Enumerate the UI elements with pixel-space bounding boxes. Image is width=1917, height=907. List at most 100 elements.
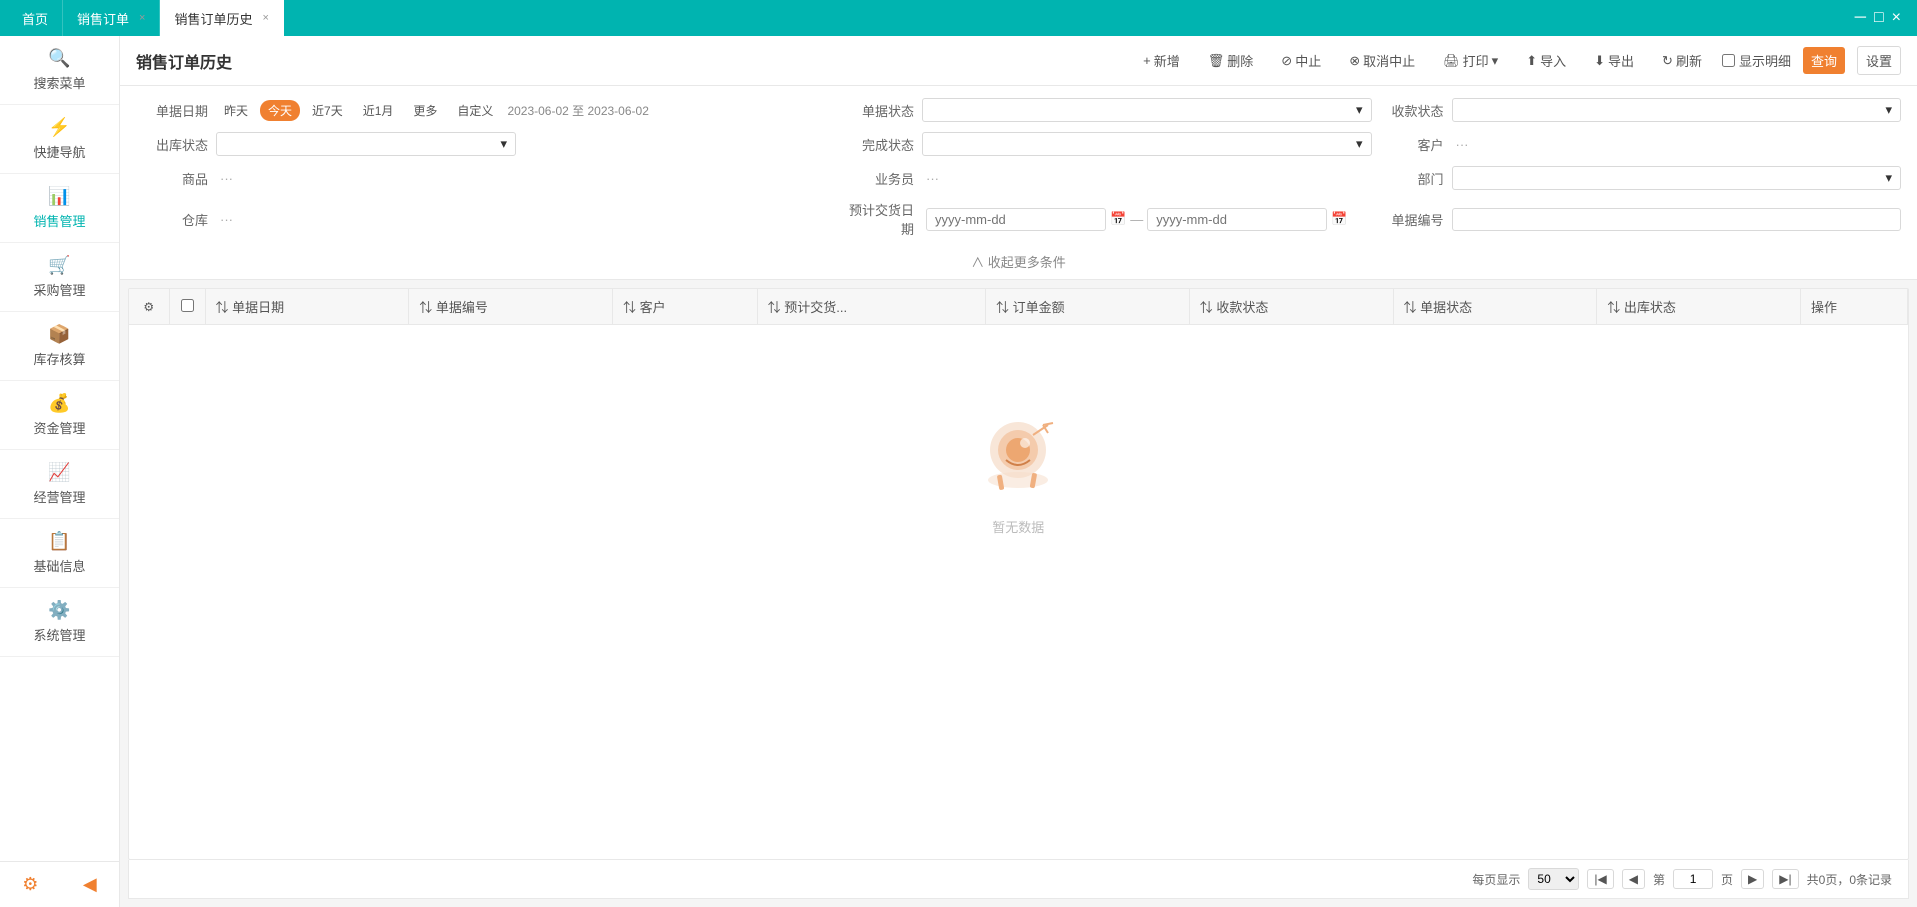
stop-button[interactable]: ⊘ 中止 xyxy=(1273,47,1329,74)
sidebar-item-basic-info-label: 基础信息 xyxy=(33,556,85,575)
sidebar-settings-button[interactable]: ⚙ xyxy=(18,870,42,899)
sidebar-item-system-mgmt-label: 系统管理 xyxy=(33,625,85,644)
order-number-input[interactable] xyxy=(1452,208,1902,231)
tab-sales-order-history[interactable]: 销售订单历史 × xyxy=(160,0,283,36)
tab-sales-order[interactable]: 销售订单 × xyxy=(63,0,160,36)
sidebar-item-sales-mgmt[interactable]: 📊 销售管理 xyxy=(0,174,119,243)
settings-button[interactable]: 设置 xyxy=(1857,46,1901,75)
page-number-input[interactable] xyxy=(1673,869,1713,889)
new-icon: + xyxy=(1143,53,1151,68)
th-order-status[interactable]: ⇅ 单据状态 xyxy=(1393,289,1597,325)
outbound-status-select[interactable]: ▾ xyxy=(216,132,516,156)
close-button[interactable]: × xyxy=(1892,9,1901,27)
delivery-date-start[interactable] xyxy=(926,208,1106,231)
filter-col-date: 单据日期 昨天 今天 近7天 近1月 更多 自定义 2023-06-02 至 2… xyxy=(136,100,842,121)
date-btn-last1month[interactable]: 近1月 xyxy=(355,100,402,121)
th-number[interactable]: ⇅ 单据编号 xyxy=(409,289,613,325)
last-page-button[interactable]: ▶| xyxy=(1772,869,1798,889)
prev-page-button[interactable]: ◀ xyxy=(1622,869,1645,889)
table-header-row: ⚙ ⇅ 单据日期 ⇅ 单据编号 ⇅ 客户 ⇅ 预计交货... xyxy=(129,289,1908,325)
per-page-label: 每页显示 xyxy=(1472,871,1520,888)
tab-home[interactable]: 首页 xyxy=(8,0,63,36)
filter-col-product: 商品 ··· xyxy=(136,169,842,188)
th-amount-label: ⇅ 订单金额 xyxy=(996,300,1065,315)
next-page-button[interactable]: ▶ xyxy=(1741,869,1764,889)
department-select[interactable]: ▾ xyxy=(1452,166,1902,190)
page-title: 销售订单历史 xyxy=(136,49,1123,73)
show-detail-input[interactable] xyxy=(1722,54,1735,67)
sidebar-item-finance-mgmt[interactable]: 💰 资金管理 xyxy=(0,381,119,450)
customer-select[interactable]: ··· xyxy=(1452,137,1473,152)
date-range-text: 2023-06-02 至 2023-06-02 xyxy=(507,102,648,119)
sidebar-collapse-button[interactable]: ◀ xyxy=(79,870,101,899)
tab-sales-order-history-close[interactable]: × xyxy=(262,12,268,24)
date-btn-custom[interactable]: 自定义 xyxy=(449,100,501,121)
th-checkbox[interactable] xyxy=(169,289,205,325)
select-all-checkbox[interactable] xyxy=(181,299,194,312)
sidebar-item-search-menu[interactable]: 🔍 搜索菜单 xyxy=(0,36,119,105)
date-btn-yesterday[interactable]: 昨天 xyxy=(216,100,256,121)
top-bar: 首页 销售订单 × 销售订单历史 × ─ □ × xyxy=(0,0,1917,36)
show-detail-checkbox[interactable]: 显示明细 xyxy=(1722,51,1791,70)
th-expected-delivery[interactable]: ⇅ 预计交货... xyxy=(757,289,985,325)
warehouse-select[interactable]: ··· xyxy=(216,212,237,227)
sidebar-item-operations-mgmt[interactable]: 📈 经营管理 xyxy=(0,450,119,519)
system-mgmt-icon: ⚙️ xyxy=(48,600,70,621)
filter-col-delivery-date: 预计交货日期 📅 — 📅 xyxy=(842,200,1372,238)
print-button[interactable]: 🖨 打印 ▾ xyxy=(1435,47,1506,74)
refresh-button[interactable]: ↻ 刷新 xyxy=(1654,47,1710,74)
calendar-start-icon[interactable]: 📅 xyxy=(1110,211,1126,227)
filter-row-2: 出库状态 ▾ 完成状态 ▾ 客户 ··· xyxy=(136,132,1901,156)
date-quick-btns: 昨天 今天 近7天 近1月 更多 自定义 xyxy=(216,100,501,121)
sidebar-item-sales-mgmt-label: 销售管理 xyxy=(33,211,85,230)
sidebar-item-purchase-mgmt[interactable]: 🛒 采购管理 xyxy=(0,243,119,312)
sidebar-item-quick-nav[interactable]: ⚡ 快捷导航 xyxy=(0,105,119,174)
sidebar-item-quick-nav-label: 快捷导航 xyxy=(33,142,85,161)
complete-status-select[interactable]: ▾ xyxy=(922,132,1372,156)
window-controls: ─ □ × xyxy=(1855,9,1909,27)
collapse-bar[interactable]: ∧ 收起更多条件 xyxy=(136,248,1901,275)
cancel-stop-button[interactable]: ⊗ 取消中止 xyxy=(1341,47,1423,74)
date-btn-today[interactable]: 今天 xyxy=(260,100,300,121)
delivery-date-end[interactable] xyxy=(1147,208,1327,231)
th-settings[interactable]: ⚙ xyxy=(129,289,169,325)
import-button[interactable]: ⬆ 导入 xyxy=(1518,47,1574,74)
payment-status-label: 收款状态 xyxy=(1372,101,1452,120)
show-detail-label: 显示明细 xyxy=(1739,51,1791,70)
cancel-stop-icon: ⊗ xyxy=(1349,53,1360,69)
query-button[interactable]: 查询 xyxy=(1803,47,1845,74)
th-amount[interactable]: ⇅ 订单金额 xyxy=(986,289,1190,325)
th-customer[interactable]: ⇅ 客户 xyxy=(613,289,758,325)
th-outbound-status[interactable]: ⇅ 出库状态 xyxy=(1597,289,1801,325)
calendar-end-icon[interactable]: 📅 xyxy=(1331,211,1347,227)
date-btn-more[interactable]: 更多 xyxy=(405,100,445,121)
filter-col-payment-status: 收款状态 ▾ xyxy=(1372,98,1902,122)
sidebar-item-system-mgmt[interactable]: ⚙️ 系统管理 xyxy=(0,588,119,657)
payment-status-dropdown-icon: ▾ xyxy=(1885,102,1892,118)
order-status-select[interactable]: ▾ xyxy=(922,98,1372,122)
finance-mgmt-icon: 💰 xyxy=(48,393,70,414)
date-btn-last7days[interactable]: 近7天 xyxy=(304,100,351,121)
th-payment-status-label: ⇅ 收款状态 xyxy=(1200,300,1269,315)
page-suffix-label: 页 xyxy=(1721,871,1733,888)
minimize-button[interactable]: ─ xyxy=(1855,9,1866,27)
export-button[interactable]: ⬇ 导出 xyxy=(1586,47,1642,74)
sidebar-item-inventory-check[interactable]: 📦 库存核算 xyxy=(0,312,119,381)
new-button[interactable]: + 新增 xyxy=(1135,47,1188,74)
delivery-date-label: 预计交货日期 xyxy=(842,200,922,238)
payment-status-select[interactable]: ▾ xyxy=(1452,98,1902,122)
filter-col-customer: 客户 ··· xyxy=(1372,135,1902,154)
product-select[interactable]: ··· xyxy=(216,171,237,186)
operations-mgmt-icon: 📈 xyxy=(48,462,70,483)
refresh-icon: ↻ xyxy=(1662,53,1673,69)
th-date[interactable]: ⇅ 单据日期 xyxy=(205,289,409,325)
delete-button[interactable]: 🗑 删除 xyxy=(1200,47,1262,74)
tab-sales-order-close[interactable]: × xyxy=(139,12,145,24)
salesperson-select[interactable]: ··· xyxy=(922,171,943,186)
th-payment-status[interactable]: ⇅ 收款状态 xyxy=(1189,289,1393,325)
first-page-button[interactable]: |◀ xyxy=(1587,869,1613,889)
maximize-button[interactable]: □ xyxy=(1874,9,1884,27)
sidebar-item-basic-info[interactable]: 📋 基础信息 xyxy=(0,519,119,588)
per-page-select[interactable]: 50 100 200 xyxy=(1528,868,1579,890)
delete-label: 删除 xyxy=(1227,51,1253,70)
